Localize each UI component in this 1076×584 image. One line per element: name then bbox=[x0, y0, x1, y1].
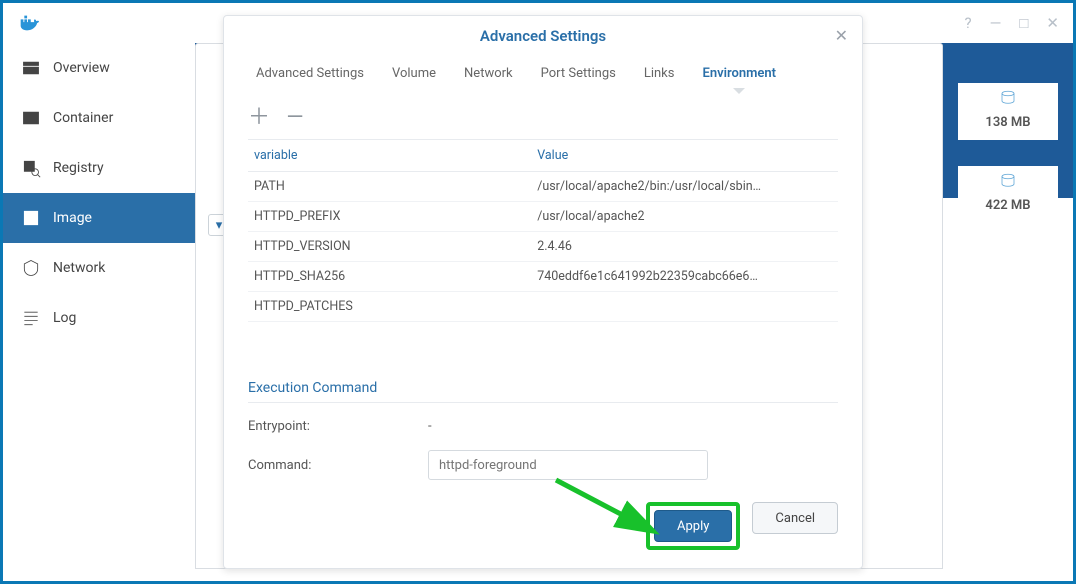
table-row[interactable]: HTTPD_PREFIX/usr/local/apache2 bbox=[248, 202, 838, 232]
table-row[interactable]: PATH/usr/local/apache2/bin:/usr/local/sb… bbox=[248, 172, 838, 202]
summary-cards: 138 MB 422 MB bbox=[958, 83, 1058, 223]
network-icon bbox=[21, 258, 41, 278]
apply-button[interactable]: Apply bbox=[654, 510, 732, 542]
entrypoint-value: - bbox=[428, 419, 432, 434]
sidebar-item-container[interactable]: Container bbox=[3, 93, 195, 143]
docker-icon bbox=[17, 12, 39, 34]
sidebar-item-log[interactable]: Log bbox=[3, 293, 195, 343]
command-input[interactable] bbox=[428, 450, 708, 480]
exec-section-title: Execution Command bbox=[248, 380, 838, 403]
env-table: variable Value PATH/usr/local/apache2/bi… bbox=[248, 139, 838, 322]
size-value: 138 MB bbox=[958, 115, 1058, 130]
maximize-icon[interactable]: □ bbox=[1019, 14, 1028, 32]
add-env-icon[interactable]: ＋ bbox=[248, 107, 270, 129]
remove-env-icon[interactable]: ― bbox=[284, 107, 306, 129]
minimize-icon[interactable]: — bbox=[990, 14, 1002, 32]
modal-tabs: Advanced Settings Volume Network Port Se… bbox=[224, 56, 862, 93]
sidebar-item-label: Network bbox=[53, 260, 105, 276]
overview-icon bbox=[21, 58, 41, 78]
tab-advanced-settings[interactable]: Advanced Settings bbox=[242, 56, 378, 93]
sidebar-item-label: Image bbox=[53, 210, 92, 226]
sidebar-item-overview[interactable]: Overview bbox=[3, 43, 195, 93]
sidebar-item-registry[interactable]: Registry bbox=[3, 143, 195, 193]
window-controls: ? — □ ✕ bbox=[965, 14, 1059, 32]
table-row[interactable]: HTTPD_PATCHES bbox=[248, 292, 838, 322]
modal-close-icon[interactable]: ✕ bbox=[835, 26, 848, 45]
size-value: 422 MB bbox=[958, 198, 1058, 213]
sidebar-item-network[interactable]: Network bbox=[3, 243, 195, 293]
disk-icon bbox=[997, 172, 1019, 190]
sidebar-item-label: Overview bbox=[53, 60, 110, 76]
sidebar-item-label: Registry bbox=[53, 160, 104, 176]
disk-icon bbox=[997, 89, 1019, 107]
env-header-variable[interactable]: variable bbox=[248, 140, 531, 172]
tab-links[interactable]: Links bbox=[630, 56, 689, 93]
help-icon[interactable]: ? bbox=[965, 14, 972, 32]
modal-title: Advanced Settings bbox=[480, 27, 606, 45]
tab-volume[interactable]: Volume bbox=[378, 56, 450, 93]
registry-icon bbox=[21, 158, 41, 178]
container-icon bbox=[21, 108, 41, 128]
command-label: Command: bbox=[248, 458, 428, 473]
env-header-value[interactable]: Value bbox=[531, 140, 838, 172]
sidebar-item-label: Container bbox=[53, 110, 113, 126]
log-icon bbox=[21, 308, 41, 328]
cancel-button[interactable]: Cancel bbox=[752, 502, 838, 534]
sidebar-item-label: Log bbox=[53, 310, 76, 326]
advanced-settings-modal: Advanced Settings ✕ Advanced Settings Vo… bbox=[223, 15, 863, 569]
entrypoint-label: Entrypoint: bbox=[248, 419, 428, 434]
table-row[interactable]: HTTPD_SHA256740eddf6e1c641992b22359cabc6… bbox=[248, 262, 838, 292]
apply-highlight: Apply bbox=[646, 502, 740, 550]
tab-environment[interactable]: Environment bbox=[688, 56, 790, 93]
size-card: 422 MB bbox=[958, 166, 1058, 223]
size-card: 138 MB bbox=[958, 83, 1058, 140]
panel-letter: C bbox=[210, 126, 222, 147]
sidebar: Overview Container Registry Image Networ… bbox=[3, 43, 195, 581]
tab-port-settings[interactable]: Port Settings bbox=[527, 56, 630, 93]
close-icon[interactable]: ✕ bbox=[1046, 14, 1059, 32]
table-row[interactable]: HTTPD_VERSION2.4.46 bbox=[248, 232, 838, 262]
image-icon bbox=[21, 208, 41, 228]
tab-network[interactable]: Network bbox=[450, 56, 527, 93]
sidebar-item-image[interactable]: Image bbox=[3, 193, 195, 243]
